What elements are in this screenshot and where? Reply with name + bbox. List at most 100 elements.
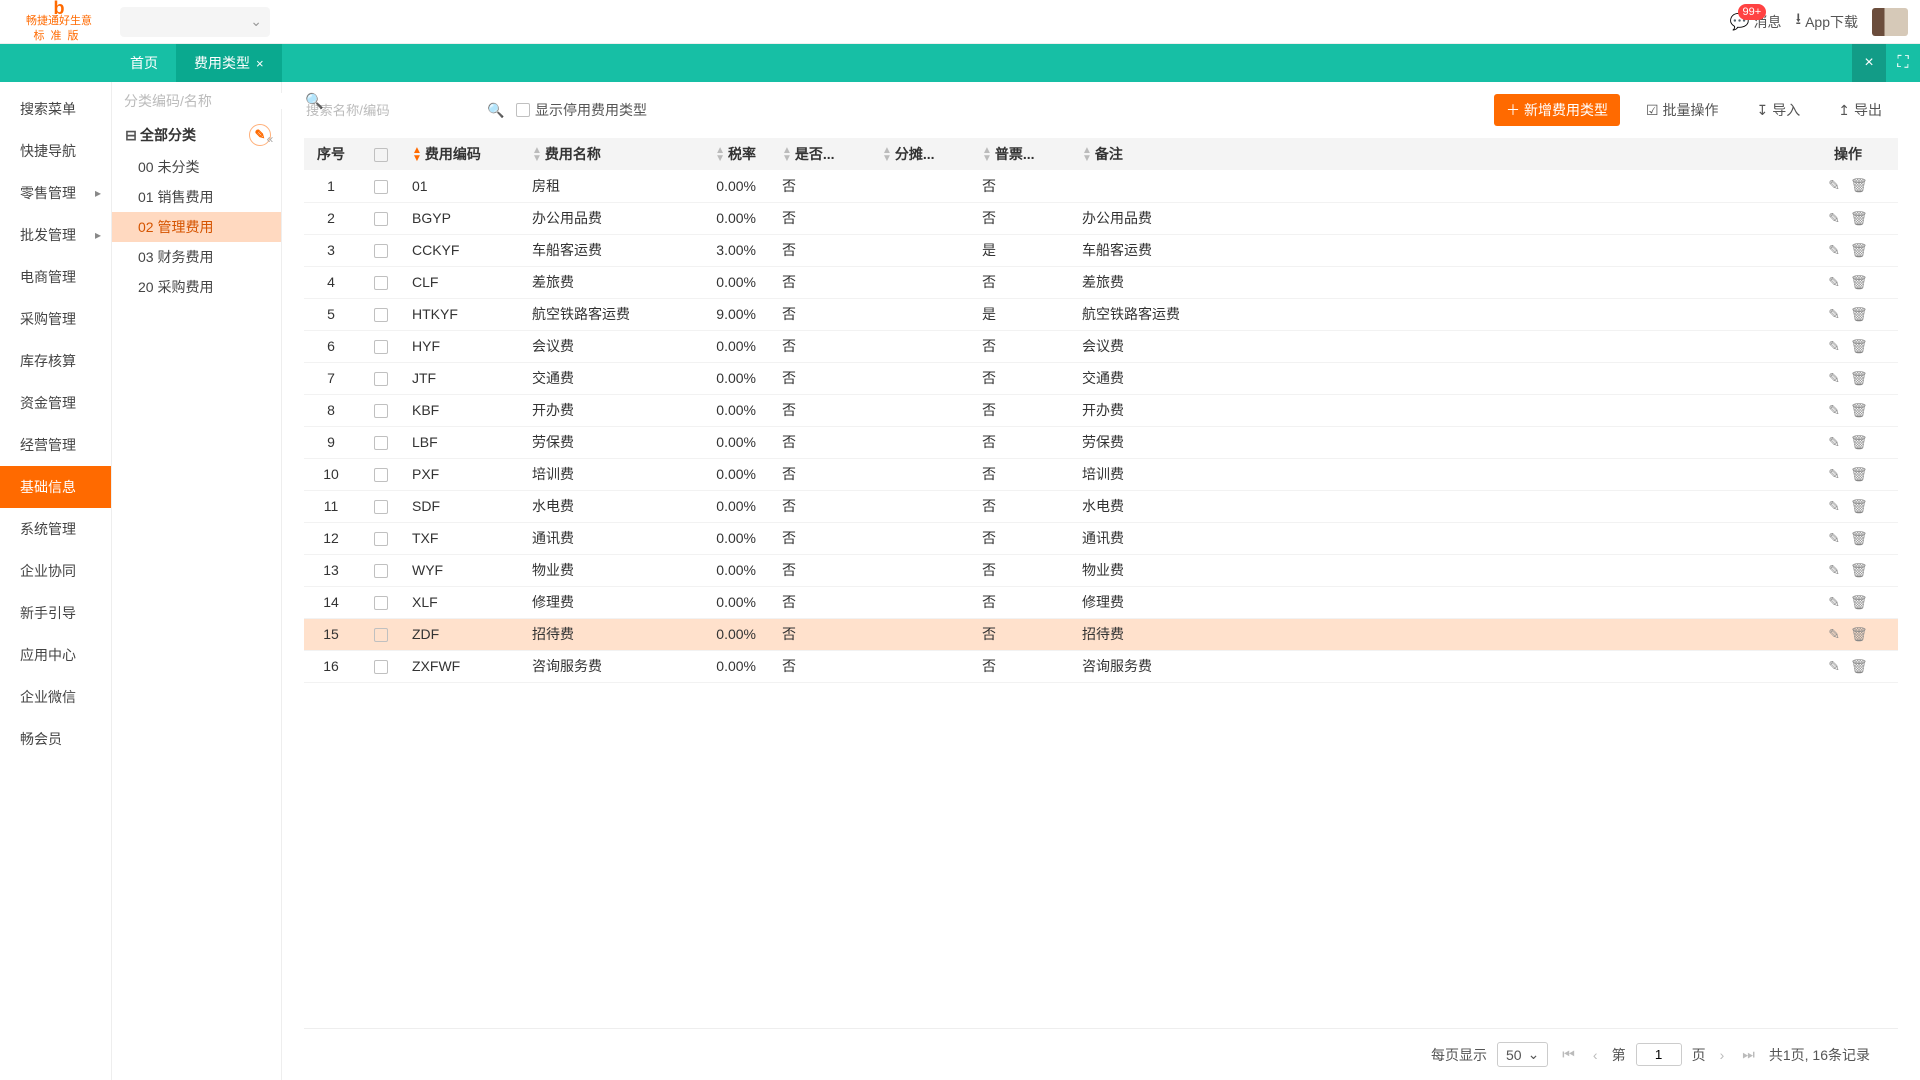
cell-checkbox[interactable] xyxy=(358,490,404,522)
cell-checkbox[interactable] xyxy=(358,234,404,266)
messages-button[interactable]: 99+ 💬 消息 xyxy=(1730,12,1782,32)
col-voucher[interactable]: ▲▼普票... xyxy=(974,138,1074,170)
edit-row-button[interactable]: ✎ xyxy=(1828,626,1840,643)
delete-row-button[interactable]: 🗑 xyxy=(1850,370,1868,387)
edit-row-button[interactable]: ✎ xyxy=(1828,338,1840,355)
cell-checkbox[interactable] xyxy=(358,170,404,202)
nav-item-8[interactable]: 经营管理 xyxy=(0,424,111,466)
export-button[interactable]: ↥ 导出 xyxy=(1826,94,1894,126)
search-icon[interactable]: 🔍 xyxy=(487,102,504,119)
edit-row-button[interactable]: ✎ xyxy=(1828,530,1840,547)
table-row[interactable]: 11SDF水电费0.00%否否水电费✎🗑 xyxy=(304,490,1898,522)
nav-item-3[interactable]: 批发管理▸ xyxy=(0,214,111,256)
cell-checkbox[interactable] xyxy=(358,426,404,458)
cell-checkbox[interactable] xyxy=(358,522,404,554)
edit-row-button[interactable]: ✎ xyxy=(1828,274,1840,291)
cell-checkbox[interactable] xyxy=(358,650,404,682)
close-icon[interactable]: × xyxy=(256,56,264,71)
nav-item-10[interactable]: 系统管理 xyxy=(0,508,111,550)
edit-row-button[interactable]: ✎ xyxy=(1828,658,1840,675)
table-row[interactable]: 10PXF培训费0.00%否否培训费✎🗑 xyxy=(304,458,1898,490)
table-row[interactable]: 6HYF会议费0.00%否否会议费✎🗑 xyxy=(304,330,1898,362)
category-item-4[interactable]: 20 采购费用 xyxy=(112,272,281,302)
table-row[interactable]: 13WYF物业费0.00%否否物业费✎🗑 xyxy=(304,554,1898,586)
edit-row-button[interactable]: ✎ xyxy=(1828,594,1840,611)
col-share[interactable]: ▲▼分摊... xyxy=(874,138,974,170)
page-first-button[interactable]: ⏮ xyxy=(1558,1046,1579,1063)
delete-row-button[interactable]: 🗑 xyxy=(1850,274,1868,291)
delete-row-button[interactable]: 🗑 xyxy=(1850,242,1868,259)
cell-checkbox[interactable] xyxy=(358,266,404,298)
category-item-3[interactable]: 03 财务费用 xyxy=(112,242,281,272)
cell-checkbox[interactable] xyxy=(358,618,404,650)
per-page-select[interactable]: 50 ⌄ xyxy=(1497,1042,1548,1067)
edit-row-button[interactable]: ✎ xyxy=(1828,370,1840,387)
cell-checkbox[interactable] xyxy=(358,554,404,586)
tenant-switcher[interactable]: ⌄ xyxy=(120,7,270,37)
cell-checkbox[interactable] xyxy=(358,362,404,394)
tab-fee-type[interactable]: 费用类型 × xyxy=(176,44,282,82)
nav-item-6[interactable]: 库存核算 xyxy=(0,340,111,382)
table-row[interactable]: 16ZXFWF咨询服务费0.00%否否咨询服务费✎🗑 xyxy=(304,650,1898,682)
page-prev-button[interactable]: ‹ xyxy=(1589,1047,1602,1063)
delete-row-button[interactable]: 🗑 xyxy=(1850,177,1868,194)
col-seq[interactable]: 序号 xyxy=(304,138,358,170)
edit-row-button[interactable]: ✎ xyxy=(1828,242,1840,259)
add-fee-type-button[interactable]: ＋ 新增费用类型 xyxy=(1494,94,1620,126)
nav-item-12[interactable]: 新手引导 xyxy=(0,592,111,634)
delete-row-button[interactable]: 🗑 xyxy=(1850,658,1868,675)
cell-checkbox[interactable] xyxy=(358,298,404,330)
delete-row-button[interactable]: 🗑 xyxy=(1850,434,1868,451)
cell-checkbox[interactable] xyxy=(358,330,404,362)
delete-row-button[interactable]: 🗑 xyxy=(1850,306,1868,323)
table-row[interactable]: 12TXF通讯费0.00%否否通讯费✎🗑 xyxy=(304,522,1898,554)
nav-item-5[interactable]: 采购管理 xyxy=(0,298,111,340)
edit-row-button[interactable]: ✎ xyxy=(1828,402,1840,419)
cell-checkbox[interactable] xyxy=(358,394,404,426)
table-row[interactable]: 2BGYP办公用品费0.00%否否办公用品费✎🗑 xyxy=(304,202,1898,234)
nav-item-4[interactable]: 电商管理 xyxy=(0,256,111,298)
nav-item-7[interactable]: 资金管理 xyxy=(0,382,111,424)
nav-item-13[interactable]: 应用中心 xyxy=(0,634,111,676)
category-item-2[interactable]: 02 管理费用 xyxy=(112,212,281,242)
edit-row-button[interactable]: ✎ xyxy=(1828,466,1840,483)
nav-item-15[interactable]: 畅会员 xyxy=(0,718,111,760)
app-download-button[interactable]: ⭳ App下载 xyxy=(1795,8,1858,35)
show-disabled-checkbox[interactable]: 显示停用费用类型 xyxy=(516,100,647,120)
nav-item-1[interactable]: 快捷导航 xyxy=(0,130,111,172)
fullscreen-button[interactable]: ⛶ xyxy=(1886,44,1920,82)
col-code[interactable]: ▲▼费用编码 xyxy=(404,138,524,170)
cell-checkbox[interactable] xyxy=(358,202,404,234)
table-row[interactable]: 15ZDF招待费0.00%否否招待费✎🗑 xyxy=(304,618,1898,650)
page-last-button[interactable]: ⏭ xyxy=(1738,1046,1759,1063)
edit-row-button[interactable]: ✎ xyxy=(1828,434,1840,451)
table-row[interactable]: 3CCKYF车船客运费3.00%否是车船客运费✎🗑 xyxy=(304,234,1898,266)
col-checkbox[interactable] xyxy=(358,138,404,170)
delete-row-button[interactable]: 🗑 xyxy=(1850,626,1868,643)
delete-row-button[interactable]: 🗑 xyxy=(1850,562,1868,579)
table-search-input[interactable] xyxy=(302,97,487,124)
delete-row-button[interactable]: 🗑 xyxy=(1850,466,1868,483)
edit-row-button[interactable]: ✎ xyxy=(1828,498,1840,515)
delete-row-button[interactable]: 🗑 xyxy=(1850,530,1868,547)
col-bool[interactable]: ▲▼是否... xyxy=(774,138,874,170)
cell-checkbox[interactable] xyxy=(358,458,404,490)
tab-home[interactable]: 首页 xyxy=(112,44,176,82)
edit-row-button[interactable]: ✎ xyxy=(1828,562,1840,579)
edit-row-button[interactable]: ✎ xyxy=(1828,306,1840,323)
table-row[interactable]: 14XLF修理费0.00%否否修理费✎🗑 xyxy=(304,586,1898,618)
nav-item-0[interactable]: 搜索菜单 xyxy=(0,88,111,130)
delete-row-button[interactable]: 🗑 xyxy=(1850,402,1868,419)
delete-row-button[interactable]: 🗑 xyxy=(1850,210,1868,227)
page-next-button[interactable]: › xyxy=(1716,1047,1729,1063)
table-row[interactable]: 4CLF差旅费0.00%否否差旅费✎🗑 xyxy=(304,266,1898,298)
collapse-all-icon[interactable]: ⊟ xyxy=(122,127,140,144)
search-icon[interactable]: 🔍 xyxy=(305,92,324,110)
page-input[interactable] xyxy=(1636,1043,1682,1066)
user-avatar[interactable] xyxy=(1872,8,1908,36)
import-button[interactable]: ↧ 导入 xyxy=(1745,94,1813,126)
nav-item-11[interactable]: 企业协同 xyxy=(0,550,111,592)
category-item-1[interactable]: 01 销售费用 xyxy=(112,182,281,212)
col-name[interactable]: ▲▼费用名称 xyxy=(524,138,684,170)
table-row[interactable]: 101房租0.00%否否✎🗑 xyxy=(304,170,1898,202)
